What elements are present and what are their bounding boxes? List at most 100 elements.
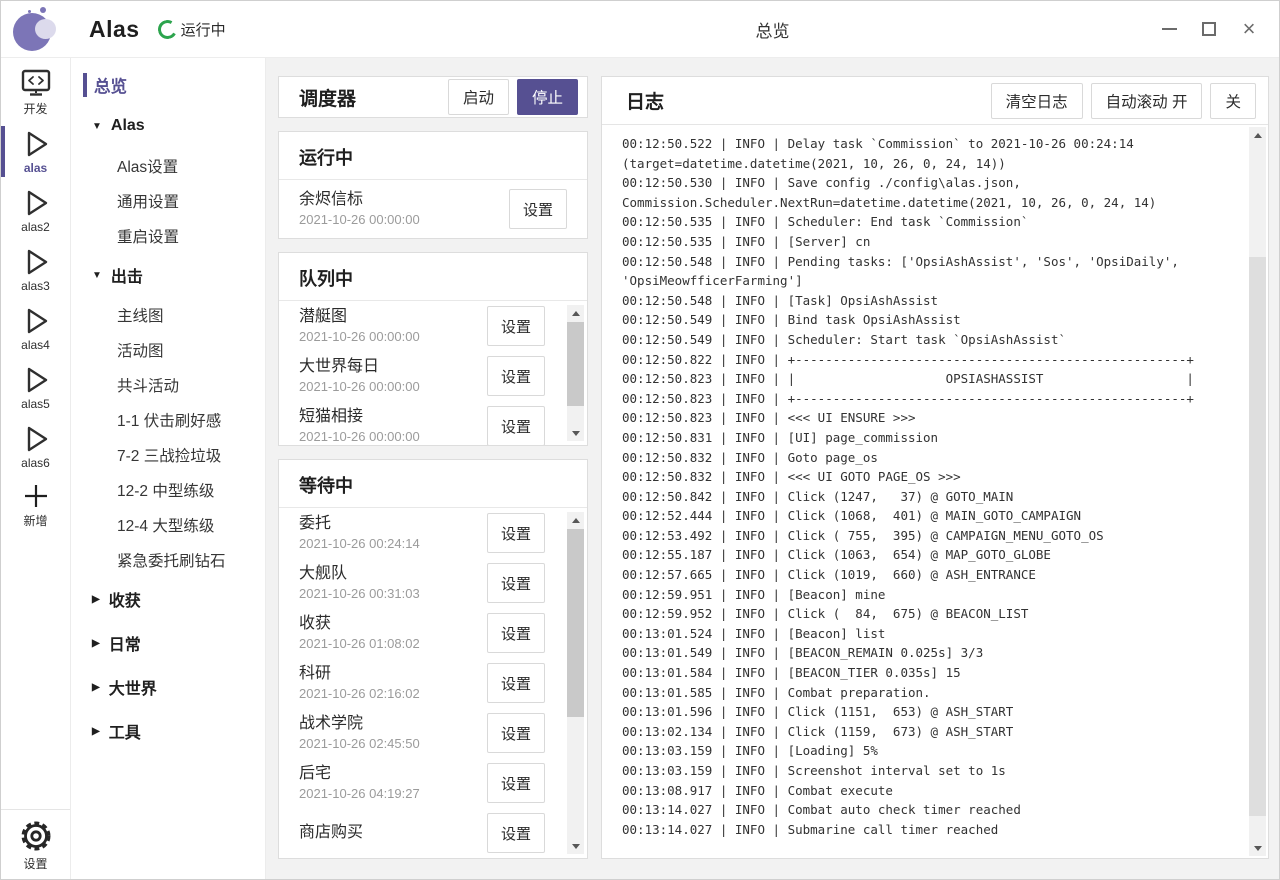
scroll-down-icon[interactable] <box>1249 840 1266 856</box>
menu-section-alas[interactable]: ▼ Alas <box>71 104 265 148</box>
menu-item-urgent-commission[interactable]: 紧急委托刷钻石 <box>71 542 265 577</box>
running-panel: 运行中 余烬信标 2021-10-26 00:00:00 设置 <box>278 131 588 239</box>
task-setting-button[interactable]: 设置 <box>487 713 545 753</box>
menu-item-1-1[interactable]: 1-1 伏击刷好感 <box>71 402 265 437</box>
log-line: 00:12:55.187 | INFO | Click (1063, 654) … <box>622 545 1238 565</box>
log-title: 日志 <box>626 87 664 114</box>
task-row: 委托 2021-10-26 00:24:14 设置 <box>299 508 545 558</box>
rail-item-settings[interactable]: 设置 <box>1 809 70 879</box>
menu-item-restart-settings[interactable]: 重启设置 <box>71 218 265 253</box>
caret-right-icon: ▶ <box>92 726 100 737</box>
task-time: 2021-10-26 02:16:02 <box>299 685 487 703</box>
rail-item-add[interactable]: 新增 <box>1 476 70 535</box>
scroll-up-icon[interactable] <box>567 305 584 321</box>
menu-item-12-2[interactable]: 12-2 中型练级 <box>71 472 265 507</box>
rail-item-alas[interactable]: alas <box>1 122 70 181</box>
menu-section-tools[interactable]: ▶ 工具 <box>71 709 265 753</box>
log-line: 00:13:14.027 | INFO | Combat auto check … <box>622 800 1238 820</box>
task-time: 2021-10-26 00:00:00 <box>299 328 487 346</box>
log-line: 00:13:01.524 | INFO | [Beacon] list <box>622 624 1238 644</box>
rail-item-alas5[interactable]: alas5 <box>1 358 70 417</box>
log-line: 00:13:01.596 | INFO | Click (1151, 653) … <box>622 702 1238 722</box>
scrollbar-thumb[interactable] <box>567 529 584 717</box>
rail-item-alas2[interactable]: alas2 <box>1 181 70 240</box>
task-setting-button[interactable]: 设置 <box>487 813 545 853</box>
log-scrollbar[interactable] <box>1249 127 1266 856</box>
caret-down-icon: ▼ <box>92 270 102 281</box>
log-line: 00:13:03.159 | INFO | [Loading] 5% <box>622 741 1238 761</box>
menu-section-opsi[interactable]: ▶ 大世界 <box>71 665 265 709</box>
menu-item-general-settings[interactable]: 通用设置 <box>71 183 265 218</box>
menu-item-12-4[interactable]: 12-4 大型练级 <box>71 507 265 542</box>
task-row: 战术学院 2021-10-26 02:45:50 设置 <box>299 708 545 758</box>
log-line: 00:12:50.822 | INFO | +-----------------… <box>622 350 1238 370</box>
task-setting-button[interactable]: 设置 <box>487 563 545 603</box>
log-line: 00:12:50.549 | INFO | Bind task OpsiAshA… <box>622 310 1238 330</box>
main-content: 调度器 启动 停止 运行中 余烬信标 2021-10-26 00:00:00 设… <box>266 58 1279 879</box>
log-line: 00:12:50.842 | INFO | Click (1247, 37) @… <box>622 487 1238 507</box>
task-name: 科研 <box>299 663 487 685</box>
page-title: 总览 <box>266 17 1279 42</box>
queued-scrollbar[interactable] <box>567 305 584 441</box>
scroll-up-icon[interactable] <box>1249 127 1266 143</box>
caret-right-icon: ▶ <box>92 682 100 693</box>
close-icon: × <box>1243 18 1256 40</box>
menu-item-coalition[interactable]: 共斗活动 <box>71 367 265 402</box>
menu-section-daily[interactable]: ▶ 日常 <box>71 621 265 665</box>
rail-item-alas3[interactable]: alas3 <box>1 240 70 299</box>
dev-monitor-icon <box>19 68 53 98</box>
minimize-button[interactable] <box>1153 13 1185 45</box>
menu-item-alas-settings[interactable]: Alas设置 <box>71 148 265 183</box>
log-line: (target=datetime.datetime(2021, 10, 26, … <box>622 154 1238 174</box>
scheduler-start-button[interactable]: 启动 <box>448 79 509 115</box>
menu-section-sortie[interactable]: ▼ 出击 <box>71 253 265 297</box>
play-icon <box>20 365 52 395</box>
task-time: 2021-10-26 02:45:50 <box>299 735 487 753</box>
task-setting-button[interactable]: 设置 <box>487 406 545 445</box>
menu-item-overview[interactable]: 总览 <box>71 66 265 104</box>
scheduler-stop-button[interactable]: 停止 <box>517 79 578 115</box>
menu-section-reward[interactable]: ▶ 收获 <box>71 577 265 621</box>
scroll-down-icon[interactable] <box>567 838 584 854</box>
task-setting-button[interactable]: 设置 <box>487 306 545 346</box>
log-line: 00:12:50.522 | INFO | Delay task `Commis… <box>622 134 1238 154</box>
task-setting-button[interactable]: 设置 <box>487 613 545 653</box>
waiting-scrollbar[interactable] <box>567 512 584 854</box>
menu-item-7-2[interactable]: 7-2 三战捡垃圾 <box>71 437 265 472</box>
scrollbar-thumb[interactable] <box>567 322 584 406</box>
task-setting-button[interactable]: 设置 <box>487 763 545 803</box>
scroll-down-icon[interactable] <box>567 425 584 441</box>
rail-item-alas4[interactable]: alas4 <box>1 299 70 358</box>
task-name: 委托 <box>299 513 487 535</box>
play-icon <box>20 247 52 277</box>
menu-item-event-map[interactable]: 活动图 <box>71 332 265 367</box>
menu-item-main-map[interactable]: 主线图 <box>71 297 265 332</box>
caret-down-icon: ▼ <box>92 121 102 132</box>
maximize-button[interactable] <box>1193 13 1225 45</box>
autoscroll-off-button[interactable]: 关 <box>1210 83 1256 119</box>
rail-item-dev[interactable]: 开发 <box>1 63 70 122</box>
log-line: 00:12:50.535 | INFO | [Server] cn <box>622 232 1238 252</box>
scrollbar-thumb[interactable] <box>1249 257 1266 816</box>
task-setting-button[interactable]: 设置 <box>487 356 545 396</box>
scheduler-card: 调度器 启动 停止 <box>278 76 588 118</box>
caret-right-icon: ▶ <box>92 594 100 605</box>
task-setting-button[interactable]: 设置 <box>509 189 567 229</box>
log-line: 00:12:59.951 | INFO | [Beacon] mine <box>622 585 1238 605</box>
scroll-up-icon[interactable] <box>567 512 584 528</box>
close-button[interactable]: × <box>1233 13 1265 45</box>
clear-log-button[interactable]: 清空日志 <box>991 83 1083 119</box>
task-name: 大世界每日 <box>299 356 487 378</box>
rail-item-alas6[interactable]: alas6 <box>1 417 70 476</box>
task-name: 后宅 <box>299 763 487 785</box>
task-setting-button[interactable]: 设置 <box>487 513 545 553</box>
task-name: 潜艇图 <box>299 306 487 328</box>
task-setting-button[interactable]: 设置 <box>487 663 545 703</box>
log-line: 00:13:03.159 | INFO | Screenshot interva… <box>622 761 1238 781</box>
log-line: 00:12:59.952 | INFO | Click ( 84, 675) @… <box>622 604 1238 624</box>
autoscroll-toggle-button[interactable]: 自动滚动 开 <box>1091 83 1203 119</box>
task-row: 大世界每日 2021-10-26 00:00:00 设置 <box>299 351 545 401</box>
log-line: 00:13:02.134 | INFO | Click (1159, 673) … <box>622 722 1238 742</box>
log-line: 00:13:14.027 | INFO | Submarine call tim… <box>622 820 1238 840</box>
app-title: Alas <box>89 16 140 43</box>
